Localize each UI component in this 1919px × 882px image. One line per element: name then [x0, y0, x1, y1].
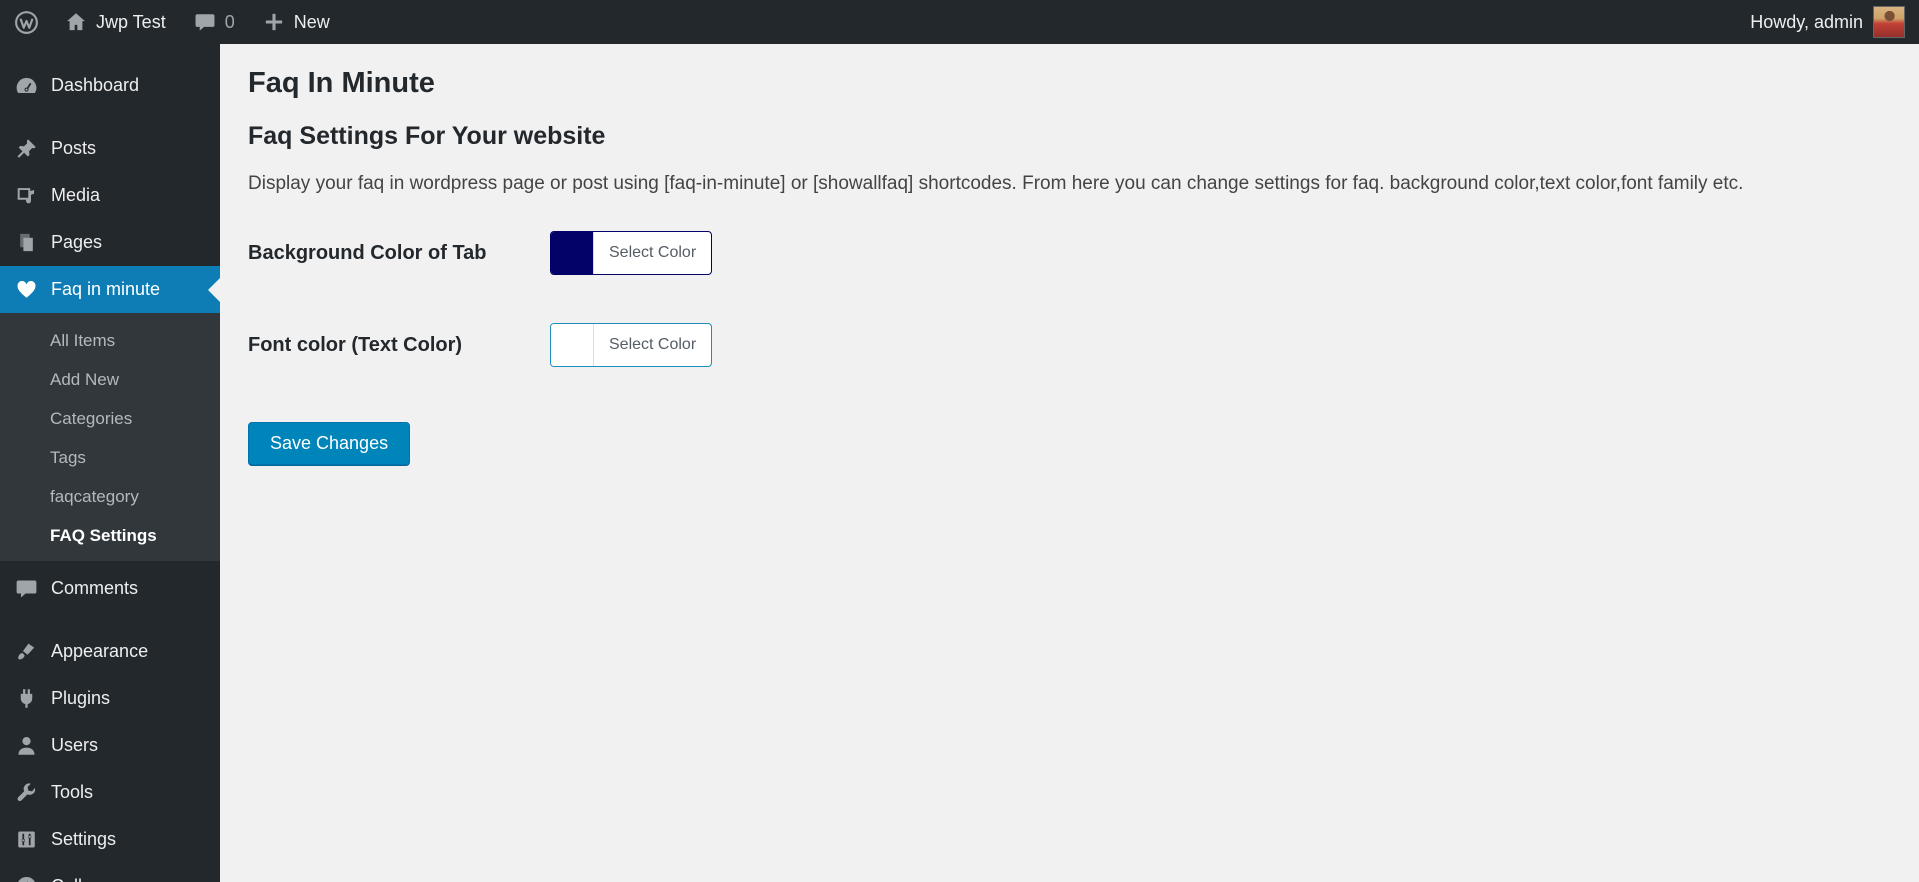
sidebar-item-label: Tools: [51, 782, 94, 802]
sidebar-item-media[interactable]: Media: [0, 172, 220, 219]
background-color-label: Background Color of Tab: [248, 241, 487, 264]
wordpress-logo-menu[interactable]: [0, 0, 51, 44]
site-name-link[interactable]: Jwp Test: [51, 0, 180, 44]
font-color-field-row: Font color (Text Color) Select Color: [248, 323, 1879, 368]
pushpin-icon: [14, 137, 38, 160]
sidebar-item-settings[interactable]: Settings: [0, 816, 220, 863]
sidebar-item-label: Pages: [51, 232, 103, 252]
current-item-arrow: [208, 277, 220, 302]
submenu-item-all-items[interactable]: All Items: [0, 321, 220, 360]
account-menu[interactable]: Howdy, admin: [1736, 0, 1919, 44]
comments-count: 0: [224, 11, 235, 32]
collapse-arrow-icon: [14, 875, 38, 882]
font-color-swatch: [551, 324, 593, 367]
wrench-icon: [14, 781, 38, 804]
sidebar-item-label: Appearance: [51, 641, 149, 661]
select-color-label: Select Color: [593, 232, 711, 275]
background-color-picker-button[interactable]: Select Color: [550, 231, 713, 276]
admin-bar: Jwp Test 0 New Howdy, admin: [0, 0, 1919, 44]
comment-icon: [14, 577, 38, 600]
font-color-label: Font color (Text Color): [248, 333, 463, 356]
sidebar-item-collapse-menu[interactable]: Collapse menu: [0, 863, 220, 882]
sidebar-item-label: Faq in minute: [51, 279, 161, 299]
comments-bubble[interactable]: 0: [180, 0, 249, 44]
sidebar-item-users[interactable]: Users: [0, 722, 220, 769]
sidebar-item-appearance[interactable]: Appearance: [0, 628, 220, 675]
sidebar-item-faq-in-minute[interactable]: Faq in minute: [0, 266, 220, 313]
sidebar-item-plugins[interactable]: Plugins: [0, 675, 220, 722]
home-icon: [65, 11, 87, 33]
plugin-icon: [14, 687, 38, 710]
comment-bubble-icon: [194, 11, 216, 33]
site-name-label: Jwp Test: [96, 11, 166, 32]
plus-icon: [263, 11, 285, 33]
background-color-swatch: [551, 232, 593, 275]
submenu-item-faq-settings[interactable]: FAQ Settings: [0, 516, 220, 555]
sidebar-item-posts[interactable]: Posts: [0, 125, 220, 172]
page-title: Faq In Minute: [248, 67, 435, 99]
page-subtitle: Faq Settings For Your website: [248, 122, 606, 151]
new-label: New: [293, 11, 330, 32]
submenu-item-add-new[interactable]: Add New: [0, 360, 220, 399]
sidebar-item-label: Comments: [51, 578, 139, 598]
heart-icon: [14, 278, 38, 301]
sidebar-item-label: Settings: [51, 829, 117, 849]
settings-sliders-icon: [14, 828, 38, 851]
select-color-label: Select Color: [593, 324, 711, 367]
sidebar-item-label: Posts: [51, 138, 97, 158]
sidebar-item-label: Plugins: [51, 688, 111, 708]
sidebar-item-label: Media: [51, 185, 101, 205]
page-description: Display your faq in wordpress page or po…: [248, 173, 1744, 195]
submenu-item-tags[interactable]: Tags: [0, 438, 220, 477]
font-color-picker-button[interactable]: Select Color: [550, 323, 713, 368]
dashboard-gauge-icon: [14, 74, 38, 97]
new-content-menu[interactable]: New: [249, 0, 344, 44]
pages-icon: [14, 231, 38, 254]
menu-separator: [0, 109, 220, 125]
sidebar-item-pages[interactable]: Pages: [0, 219, 220, 266]
media-icon: [14, 184, 38, 207]
sidebar-item-label: Collapse menu: [51, 876, 171, 882]
paintbrush-icon: [14, 640, 38, 663]
wordpress-logo-icon: [14, 10, 39, 35]
main-content: Faq In Minute Faq Settings For Your webs…: [220, 44, 1919, 882]
menu-separator: [0, 44, 220, 62]
submenu-item-categories[interactable]: Categories: [0, 399, 220, 438]
sidebar-item-dashboard[interactable]: Dashboard: [0, 62, 220, 109]
sidebar-item-tools[interactable]: Tools: [0, 769, 220, 816]
sidebar-item-comments[interactable]: Comments: [0, 565, 220, 612]
faq-submenu: All Items Add New Categories Tags faqcat…: [0, 313, 220, 561]
save-changes-button[interactable]: Save Changes: [248, 422, 411, 466]
admin-sidebar: Dashboard Posts Media Pages Faq in minut…: [0, 44, 220, 882]
submenu-item-faqcategory[interactable]: faqcategory: [0, 477, 220, 516]
background-color-field-row: Background Color of Tab Select Color: [248, 231, 1879, 276]
avatar: [1873, 6, 1905, 38]
user-icon: [14, 734, 38, 757]
menu-separator: [0, 612, 220, 628]
sidebar-item-label: Users: [51, 735, 99, 755]
howdy-label: Howdy, admin: [1750, 11, 1863, 32]
sidebar-item-label: Dashboard: [51, 75, 140, 95]
